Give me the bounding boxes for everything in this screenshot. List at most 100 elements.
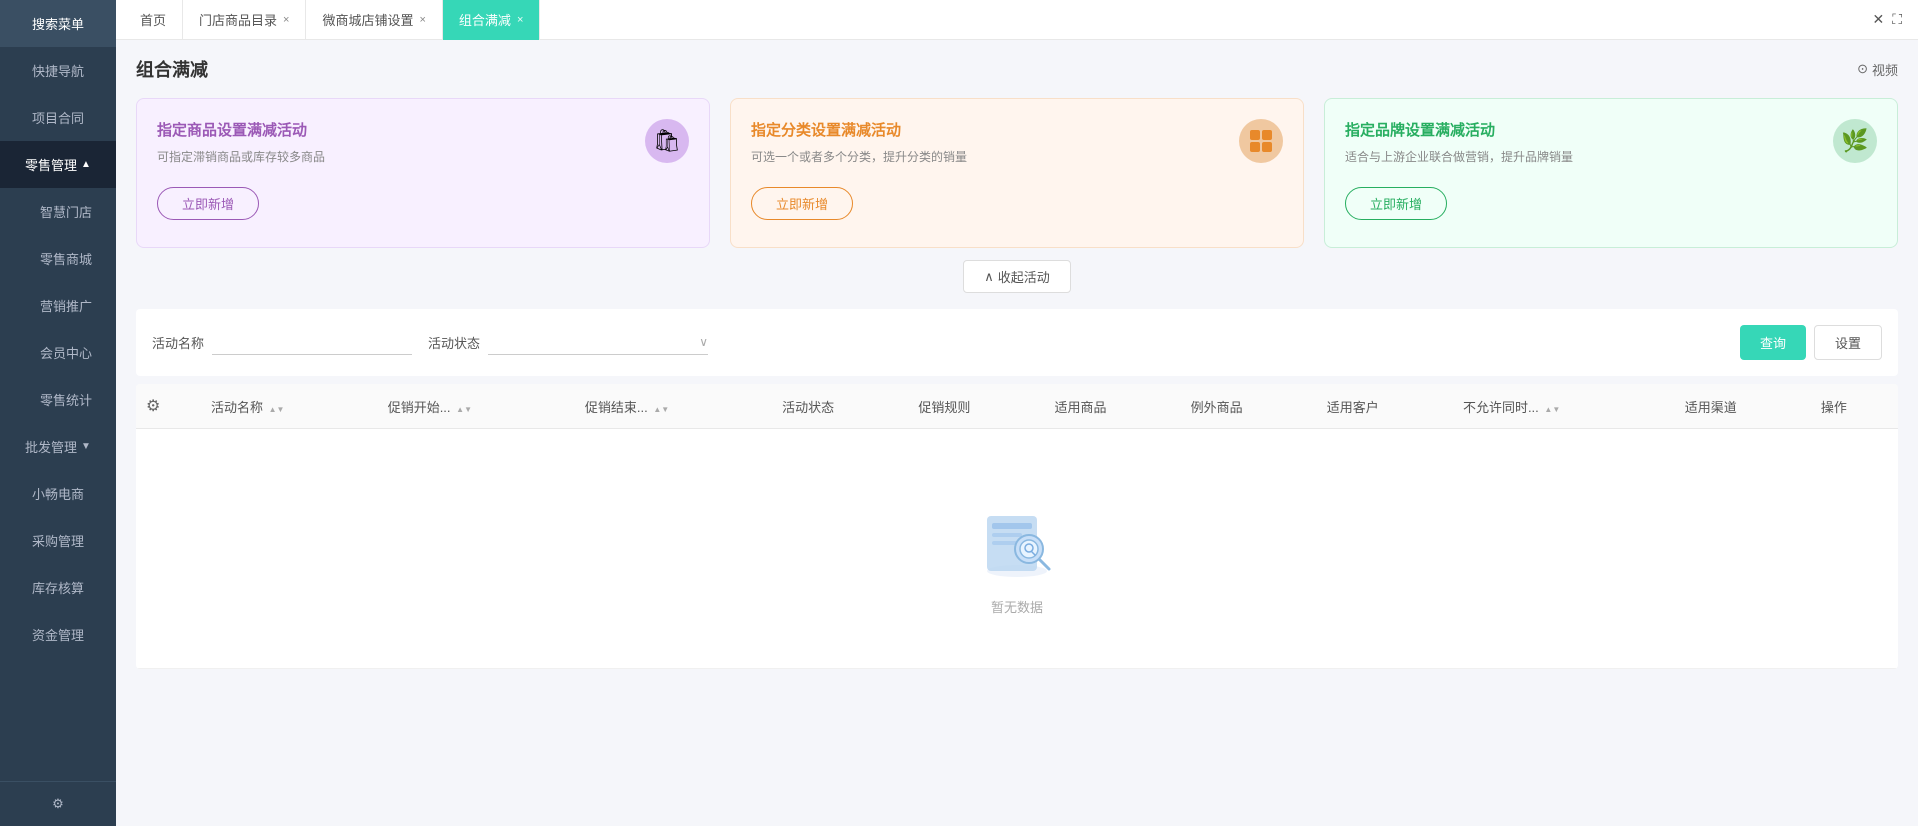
sidebar-item-label: 会员中心 [40,346,92,361]
brand-card-title: 指定品牌设置满减活动 [1345,119,1877,140]
tab-home[interactable]: 首页 [124,0,183,40]
brand-card-desc: 适合与上游企业联合做营销，提升品牌销量 [1345,148,1877,167]
sidebar-item-label: 小畅电商 [32,487,84,502]
activity-status-input[interactable] [488,335,699,350]
sidebar-item-finance[interactable]: 资金管理 [0,611,116,658]
filter-row: 活动名称 活动状态 ∨ 查询 设置 [136,309,1898,376]
col-label: 促销开始... [388,400,451,415]
col-activity-name: 活动名称 ▲▼ [201,384,378,429]
close-icon[interactable]: × [283,14,289,26]
col-label: 促销规则 [918,400,970,415]
empty-state-cell: 暂无数据 [136,429,1898,669]
sidebar-item-label: 快捷导航 [32,64,84,79]
sidebar-item-search[interactable]: 搜索菜单 [0,0,116,47]
sidebar-item-label: 零售商城 [40,252,92,267]
table: ⚙ 活动名称 ▲▼ 促销开始... ▲▼ 促销结束... ▲▼ [136,384,1898,669]
gear-icon: ⚙ [52,796,64,811]
category-card-title: 指定分类设置满减活动 [751,119,1283,140]
col-activity-status: 活动状态 [772,384,908,429]
category-card-add-button[interactable]: 立即新增 [751,187,853,220]
col-label: 适用客户 [1327,400,1379,415]
col-label: 例外商品 [1191,400,1243,415]
sidebar-item-ecommerce[interactable]: 小畅电商 [0,470,116,517]
sort-arrows-icon[interactable]: ▲▼ [653,405,669,414]
tab-combo-discount-label: 组合满减 [459,10,511,29]
col-not-allow-same-time: 不允许同时... ▲▼ [1453,384,1675,429]
sidebar-item-inventory[interactable]: 库存核算 [0,564,116,611]
product-card-add-button[interactable]: 立即新增 [157,187,259,220]
col-promo-rule: 促销规则 [908,384,1044,429]
col-label: 促销结束... [585,400,648,415]
brand-card-add-button[interactable]: 立即新增 [1345,187,1447,220]
tab-bar: 首页 门店商品目录 × 微商城店铺设置 × 组合满减 × ✕ ⛶ [116,0,1918,40]
sidebar-item-membership[interactable]: 会员中心 [0,329,116,376]
col-settings: ⚙ [136,384,201,429]
page-header: 组合满减 ⊙ 视频 [136,56,1898,82]
table-header-row: ⚙ 活动名称 ▲▼ 促销开始... ▲▼ 促销结束... ▲▼ [136,384,1898,429]
column-settings-icon[interactable]: ⚙ [146,398,160,415]
tab-product-catalog[interactable]: 门店商品目录 × [183,0,306,40]
filter-buttons: 查询 设置 [1740,325,1882,360]
collapse-row: ∧ 收起活动 [136,260,1898,293]
empty-row: 暂无数据 [136,429,1898,669]
collapse-label: 收起活动 [998,267,1050,286]
sidebar-item-label: 智慧门店 [40,205,92,220]
expand-window-icon[interactable]: ⛶ [1892,11,1902,28]
col-label: 活动名称 [211,400,263,415]
col-label: 适用商品 [1054,400,1106,415]
sidebar-item-smartstore[interactable]: 智慧门店 [0,188,116,235]
product-card-desc: 可指定滞销商品或库存较多商品 [157,148,689,167]
category-card-desc: 可选一个或者多个分类，提升分类的销量 [751,148,1283,167]
filter-activity-status: 活动状态 ∨ [428,331,708,355]
category-activity-card: 指定分类设置满减活动 可选一个或者多个分类，提升分类的销量 立即新增 [730,98,1304,248]
sort-arrows-icon[interactable]: ▲▼ [1544,405,1560,414]
activity-status-select-wrap[interactable]: ∨ [488,331,708,355]
leaf-icon: 🌿 [1841,128,1868,154]
product-card-title: 指定商品设置满减活动 [157,119,689,140]
tab-combo-discount[interactable]: 组合满减 × [443,0,540,40]
sidebar-item-wholesale[interactable]: 批发管理 ▼ [0,423,116,470]
sidebar-item-retailstats[interactable]: 零售统计 [0,376,116,423]
settings-button[interactable]: 设置 [1814,325,1882,360]
sidebar-item-purchase[interactable]: 采购管理 [0,517,116,564]
activity-name-input[interactable] [212,331,412,355]
sort-arrows-icon[interactable]: ▲▼ [269,405,285,414]
chevron-up-icon: ▲ [81,159,91,170]
col-promo-start: 促销开始... ▲▼ [378,384,575,429]
video-button[interactable]: ⊙ 视频 [1857,60,1898,79]
sidebar-item-retail[interactable]: 零售管理 ▲ [0,141,116,188]
activity-cards: 🛍 指定商品设置满减活动 可指定滞销商品或库存较多商品 立即新增 指定分类设置满… [136,98,1898,248]
product-card-icon: 🛍 [645,119,689,163]
col-label: 不允许同时... [1463,400,1539,415]
tab-ministore-settings[interactable]: 微商城店铺设置 × [306,0,442,40]
tab-home-label: 首页 [140,10,166,29]
sidebar-item-label: 批发管理 [25,437,77,456]
col-applicable-goods: 适用商品 [1044,384,1180,429]
sidebar-item-quicknav[interactable]: 快捷导航 [0,47,116,94]
sidebar-item-marketing[interactable]: 营销推广 [0,282,116,329]
close-icon[interactable]: × [419,14,425,26]
query-button[interactable]: 查询 [1740,325,1806,360]
topbar-right-controls: ✕ ⛶ [1872,11,1910,28]
col-promo-end: 促销结束... ▲▼ [575,384,772,429]
sidebar-item-contract[interactable]: 项目合同 [0,94,116,141]
category-card-icon [1239,119,1283,163]
chevron-up-icon: ∧ [984,269,994,285]
close-icon[interactable]: × [517,14,523,26]
sidebar-settings-button[interactable]: ⚙ [0,781,116,826]
page-content: 组合满减 ⊙ 视频 🛍 指定商品设置满减活动 可指定滞销商品或库存较多商品 立即… [116,40,1918,826]
sort-arrows-icon[interactable]: ▲▼ [456,405,472,414]
main-area: 首页 门店商品目录 × 微商城店铺设置 × 组合满减 × ✕ ⛶ 组合满减 ⊙ … [116,0,1918,826]
sidebar-item-retailmall[interactable]: 零售商城 [0,235,116,282]
sidebar-item-label: 零售管理 [25,155,77,174]
col-label: 活动状态 [782,400,834,415]
tab-ministore-settings-label: 微商城店铺设置 [322,10,413,29]
sidebar-item-label: 库存核算 [32,581,84,596]
collapse-activities-button[interactable]: ∧ 收起活动 [963,260,1071,293]
sidebar-item-label: 营销推广 [40,299,92,314]
close-window-icon[interactable]: ✕ [1872,11,1884,28]
col-applicable-channel: 适用渠道 [1675,384,1811,429]
filter-activity-name: 活动名称 [152,331,412,355]
brand-activity-card: 🌿 指定品牌设置满减活动 适合与上游企业联合做营销，提升品牌销量 立即新增 [1324,98,1898,248]
sidebar-item-label: 项目合同 [32,111,84,126]
